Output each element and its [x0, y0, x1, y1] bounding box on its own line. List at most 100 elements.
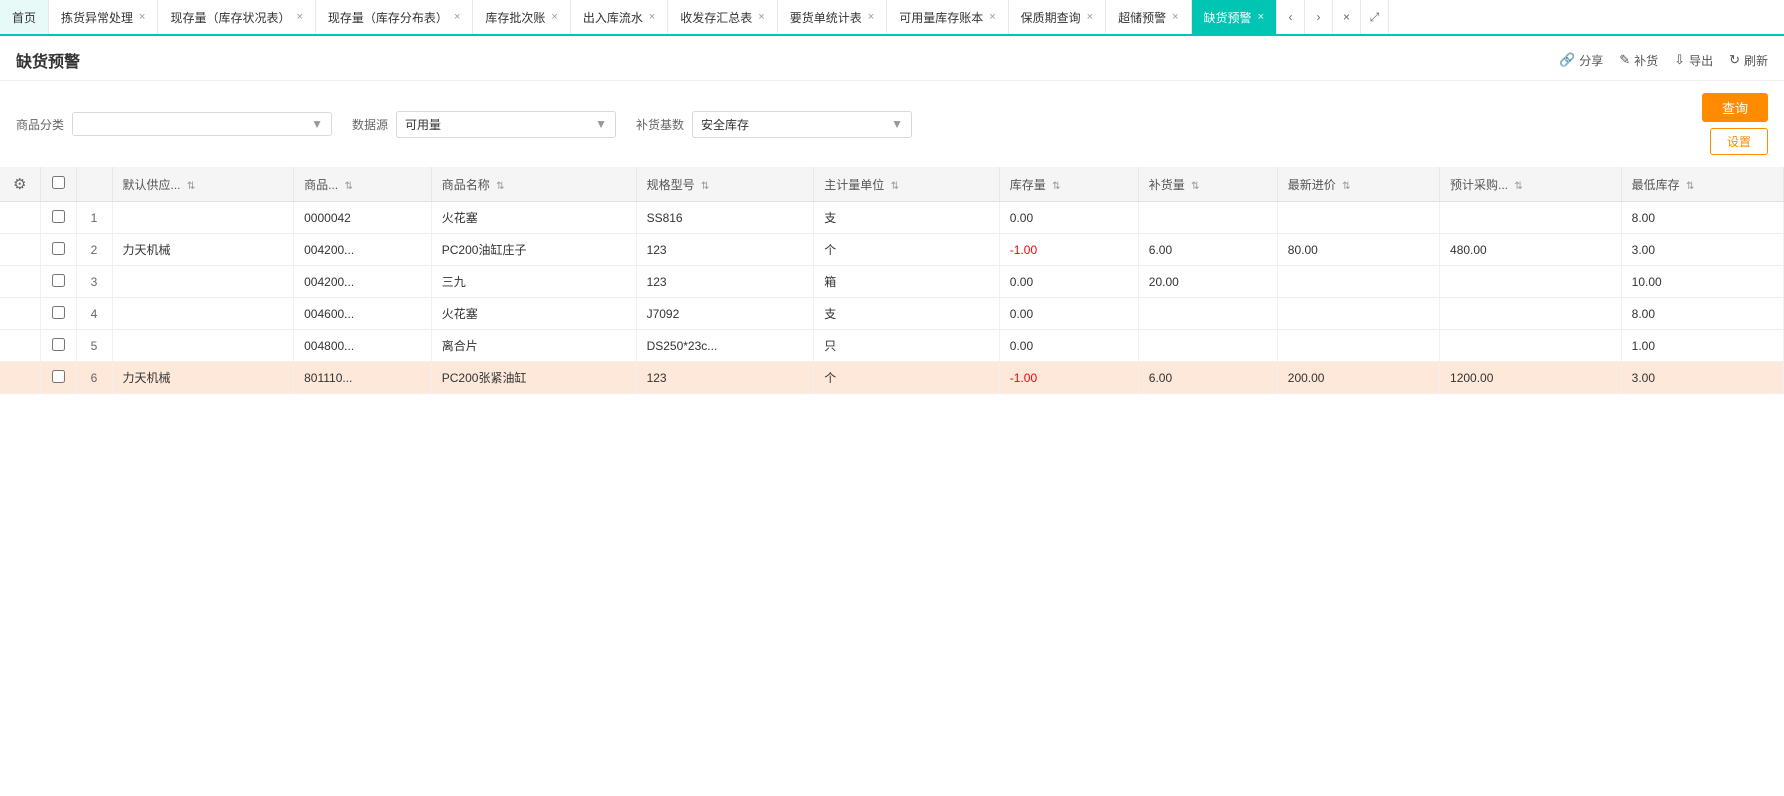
- row-code-5: 801110...: [294, 362, 432, 394]
- row-code-0: 0000042: [294, 202, 432, 234]
- row-est-purchase-2: [1440, 266, 1622, 298]
- tab-close-stock-status[interactable]: ×: [296, 11, 302, 23]
- col-unit[interactable]: 主计量单位 ⇅: [814, 167, 1000, 202]
- tab-inout-flow[interactable]: 出入库流水 ×: [571, 0, 668, 34]
- tab-close-all[interactable]: ×: [1333, 0, 1361, 34]
- datasource-select[interactable]: 可用量 ▼: [396, 111, 616, 138]
- tab-expiry[interactable]: 保质期查询 ×: [1009, 0, 1106, 34]
- col-latest-price[interactable]: 最新进价 ⇅: [1277, 167, 1439, 202]
- export-button[interactable]: ⇩ 导出: [1674, 52, 1713, 69]
- row-checkbox-2[interactable]: [52, 274, 65, 287]
- sort-supplier-icon: ⇅: [187, 181, 195, 192]
- tab-stock-status[interactable]: 现存量（库存状况表） ×: [158, 0, 315, 34]
- tab-order-stat[interactable]: 要货单统计表 ×: [778, 0, 887, 34]
- tab-close-stock-dist[interactable]: ×: [454, 11, 460, 23]
- tab-available-ledger[interactable]: 可用量库存账本 ×: [887, 0, 1008, 34]
- row-settings-cell: [0, 266, 40, 298]
- row-spec-0: SS816: [636, 202, 814, 234]
- sort-code-icon: ⇅: [344, 181, 352, 192]
- tab-abnormal[interactable]: 拣货异常处理 ×: [49, 0, 158, 34]
- tab-recv-summary[interactable]: 收发存汇总表 ×: [668, 0, 777, 34]
- tab-fullscreen[interactable]: ⤢: [1361, 0, 1389, 34]
- query-button[interactable]: 查询: [1702, 93, 1768, 122]
- row-replenish-2: 20.00: [1138, 266, 1277, 298]
- row-name-1: PC200油缸庄子: [431, 234, 636, 266]
- tab-close-expiry[interactable]: ×: [1087, 11, 1093, 23]
- replenish-base-select[interactable]: 安全库存 ▼: [692, 111, 912, 138]
- tab-label-stock-status: 现存量（库存状况表）: [170, 9, 290, 26]
- category-select[interactable]: ▼: [72, 112, 332, 136]
- tab-label-overstock: 超储预警: [1118, 9, 1166, 26]
- tab-bar: 首页 拣货异常处理 × 现存量（库存状况表） × 现存量（库存分布表） × 库存…: [0, 0, 1784, 36]
- col-spec-label: 规格型号: [647, 178, 695, 192]
- tab-label-order-stat: 要货单统计表: [790, 9, 862, 26]
- col-code[interactable]: 商品... ⇅: [294, 167, 432, 202]
- row-replenish-0: [1138, 202, 1277, 234]
- filter-replenish-base-group: 补货基数 安全库存 ▼: [636, 111, 912, 138]
- col-est-purchase[interactable]: 预计采购... ⇅: [1440, 167, 1622, 202]
- share-button[interactable]: 🔗 分享: [1559, 52, 1603, 69]
- table-body: 1 0000042 火花塞 SS816 支 0.00 8.00 2 力天机械 0…: [0, 202, 1784, 394]
- refresh-label: 刷新: [1744, 52, 1768, 69]
- tab-batch[interactable]: 库存批次账 ×: [473, 0, 570, 34]
- row-checkbox-0[interactable]: [52, 210, 65, 223]
- replenish-button[interactable]: ✎ 补货: [1619, 52, 1658, 69]
- row-checkbox-cell[interactable]: [40, 362, 76, 394]
- row-checkbox-cell[interactable]: [40, 234, 76, 266]
- tab-close-order-stat[interactable]: ×: [868, 11, 874, 23]
- row-unit-4: 只: [814, 330, 1000, 362]
- col-name[interactable]: 商品名称 ⇅: [431, 167, 636, 202]
- tab-close-available-ledger[interactable]: ×: [989, 11, 995, 23]
- tab-overstock[interactable]: 超储预警 ×: [1106, 0, 1191, 34]
- refresh-button[interactable]: ↻ 刷新: [1729, 52, 1768, 69]
- row-est-purchase-0: [1440, 202, 1622, 234]
- row-checkbox-cell[interactable]: [40, 298, 76, 330]
- col-name-label: 商品名称: [442, 178, 490, 192]
- row-checkbox-cell[interactable]: [40, 330, 76, 362]
- tab-close-inout-flow[interactable]: ×: [649, 11, 655, 23]
- datasource-dropdown-icon: ▼: [595, 117, 607, 131]
- filter-datasource-group: 数据源 可用量 ▼: [352, 111, 616, 138]
- row-unit-5: 个: [814, 362, 1000, 394]
- tab-stock-dist[interactable]: 现存量（库存分布表） ×: [316, 0, 473, 34]
- tab-close-overstock[interactable]: ×: [1172, 11, 1178, 23]
- row-est-purchase-1: 480.00: [1440, 234, 1622, 266]
- row-checkbox-cell[interactable]: [40, 266, 76, 298]
- row-supplier-3: [112, 298, 294, 330]
- tab-scroll-prev[interactable]: ‹: [1277, 0, 1305, 34]
- tab-close-abnormal[interactable]: ×: [139, 11, 145, 23]
- row-checkbox-1[interactable]: [52, 242, 65, 255]
- tab-shortage[interactable]: 缺货预警 ×: [1192, 0, 1277, 34]
- tab-close-shortage[interactable]: ×: [1258, 11, 1264, 23]
- row-spec-3: J7092: [636, 298, 814, 330]
- row-checkbox-3[interactable]: [52, 306, 65, 319]
- col-unit-label: 主计量单位: [824, 178, 884, 192]
- export-label: 导出: [1689, 52, 1713, 69]
- row-code-4: 004800...: [294, 330, 432, 362]
- row-checkbox-5[interactable]: [52, 370, 65, 383]
- tab-home[interactable]: 首页: [0, 0, 49, 34]
- row-seq-1: 2: [76, 234, 112, 266]
- row-checkbox-4[interactable]: [52, 338, 65, 351]
- gear-icon[interactable]: ⚙: [11, 175, 29, 193]
- tab-label-inout-flow: 出入库流水: [583, 9, 643, 26]
- row-seq-2: 3: [76, 266, 112, 298]
- tab-label-home: 首页: [12, 9, 36, 26]
- row-latest-price-5: 200.00: [1277, 362, 1439, 394]
- row-spec-2: 123: [636, 266, 814, 298]
- select-all-checkbox[interactable]: [52, 176, 65, 189]
- tab-close-batch[interactable]: ×: [551, 11, 557, 23]
- col-spec[interactable]: 规格型号 ⇅: [636, 167, 814, 202]
- col-min-stock[interactable]: 最低库存 ⇅: [1621, 167, 1783, 202]
- sort-replenish-icon: ⇅: [1191, 181, 1199, 192]
- col-settings[interactable]: ⚙: [0, 167, 40, 202]
- tab-scroll-next[interactable]: ›: [1305, 0, 1333, 34]
- col-replenish[interactable]: 补货量 ⇅: [1138, 167, 1277, 202]
- col-stock[interactable]: 库存量 ⇅: [999, 167, 1138, 202]
- col-code-label: 商品...: [304, 178, 338, 192]
- settings-button[interactable]: 设置: [1710, 128, 1768, 155]
- tab-label-expiry: 保质期查询: [1021, 9, 1081, 26]
- tab-close-recv-summary[interactable]: ×: [758, 11, 764, 23]
- col-supplier[interactable]: 默认供应... ⇅: [112, 167, 294, 202]
- row-checkbox-cell[interactable]: [40, 202, 76, 234]
